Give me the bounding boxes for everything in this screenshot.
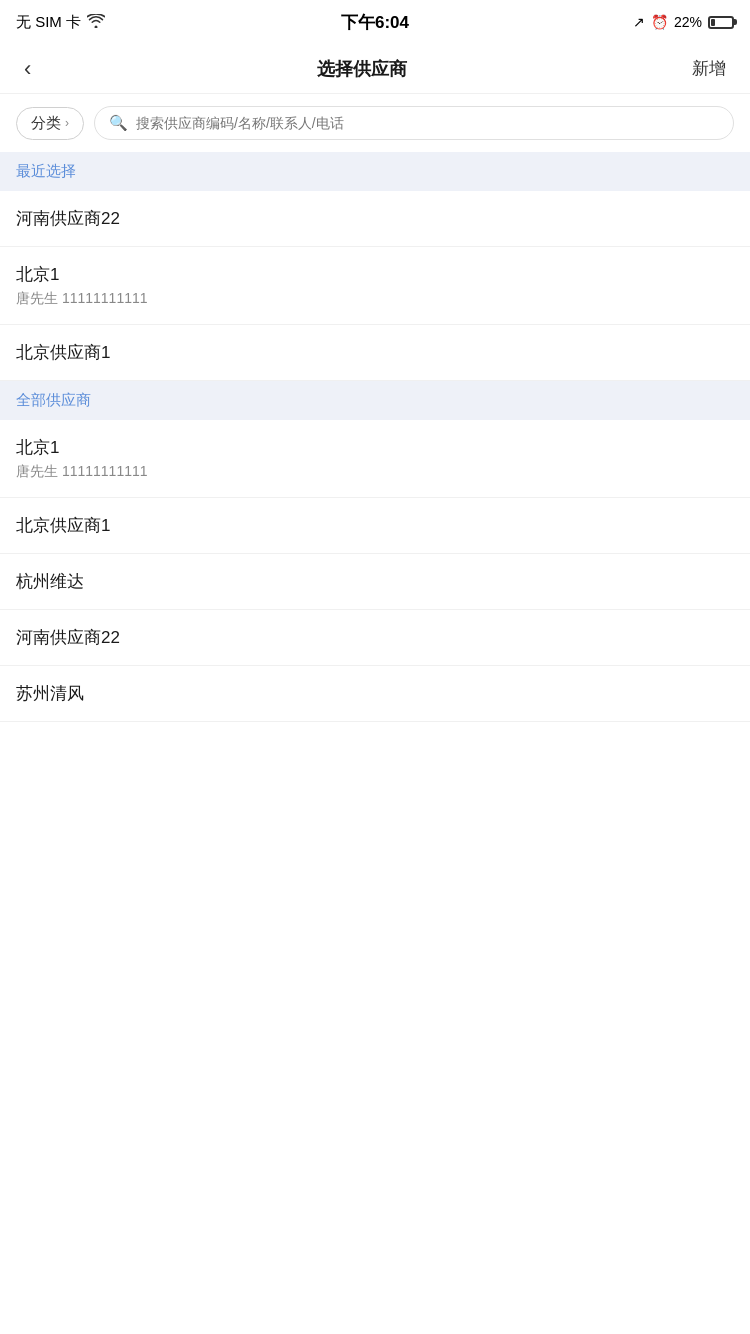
list-item[interactable]: 北京供应商1 <box>0 325 750 381</box>
search-icon: 🔍 <box>109 114 128 132</box>
list-item[interactable]: 北京供应商1 <box>0 498 750 554</box>
list-item[interactable]: 河南供应商22 <box>0 191 750 247</box>
nav-bar: ‹ 选择供应商 新增 <box>0 44 750 94</box>
battery-percent: 22% <box>674 14 702 30</box>
alarm-icon: ⏰ <box>651 14 668 30</box>
list-item[interactable]: 苏州清风 <box>0 666 750 722</box>
item-sub: 唐先生 11111111111 <box>16 463 734 481</box>
filter-bar: 分类 › 🔍 <box>0 94 750 152</box>
all-section-header: 全部供应商 <box>0 381 750 420</box>
status-bar: 无 SIM 卡 下午6:04 ↗ ⏰ 22% <box>0 0 750 44</box>
item-sub: 唐先生 11111111111 <box>16 290 734 308</box>
status-right: ↗ ⏰ 22% <box>633 14 734 30</box>
recent-section-label: 最近选择 <box>16 162 76 179</box>
item-name: 北京供应商1 <box>16 514 734 537</box>
recent-section-header: 最近选择 <box>0 152 750 191</box>
list-item[interactable]: 北京1 唐先生 11111111111 <box>0 247 750 325</box>
status-left: 无 SIM 卡 <box>16 13 105 32</box>
location-icon: ↗ <box>633 14 645 30</box>
search-box[interactable]: 🔍 <box>94 106 734 140</box>
status-time: 下午6:04 <box>341 11 409 34</box>
item-name: 北京供应商1 <box>16 341 734 364</box>
add-button[interactable]: 新增 <box>684 49 734 88</box>
category-label: 分类 <box>31 114 61 133</box>
search-input[interactable] <box>136 115 719 131</box>
item-name: 北京1 <box>16 263 734 286</box>
back-button[interactable]: ‹ <box>16 48 39 90</box>
chevron-right-icon: › <box>65 116 69 130</box>
item-name: 杭州维达 <box>16 570 734 593</box>
list-item[interactable]: 北京1 唐先生 11111111111 <box>0 420 750 498</box>
item-name: 北京1 <box>16 436 734 459</box>
item-name: 河南供应商22 <box>16 626 734 649</box>
recent-items-list: 河南供应商22 北京1 唐先生 11111111111 北京供应商1 <box>0 191 750 381</box>
all-items-list: 北京1 唐先生 11111111111 北京供应商1 杭州维达河南供应商22 苏州清风 <box>0 420 750 722</box>
list-item[interactable]: 河南供应商22 <box>0 610 750 666</box>
wifi-icon <box>87 14 105 31</box>
battery-fill <box>711 19 715 26</box>
battery-icon <box>708 16 734 29</box>
carrier-text: 无 SIM 卡 <box>16 13 81 32</box>
page-title: 选择供应商 <box>317 57 407 81</box>
item-name: 苏州清风 <box>16 682 734 705</box>
list-item[interactable]: 杭州维达 <box>0 554 750 610</box>
all-section-label: 全部供应商 <box>16 391 91 408</box>
category-button[interactable]: 分类 › <box>16 107 84 140</box>
item-name: 河南供应商22 <box>16 207 734 230</box>
